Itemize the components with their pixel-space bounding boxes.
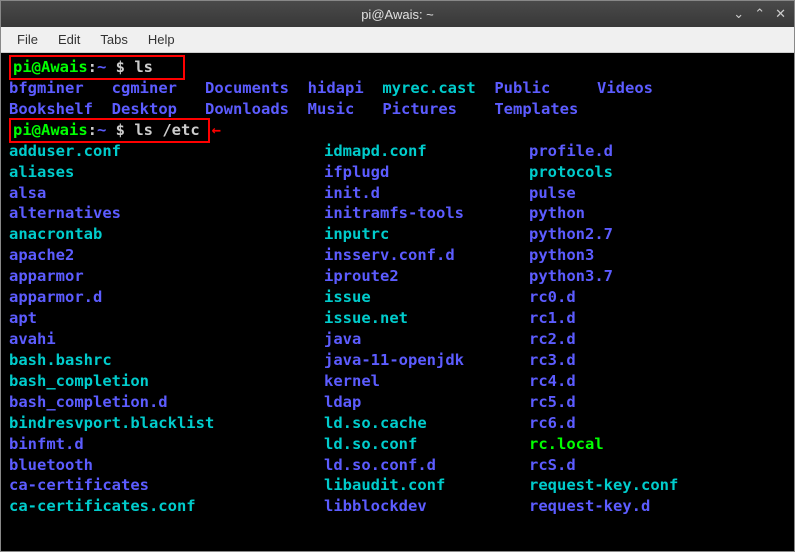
ls-etc-item: bash_completion bbox=[9, 371, 324, 392]
arrow-annotation-icon: ← bbox=[212, 121, 221, 139]
window-title: pi@Awais: ~ bbox=[361, 7, 434, 22]
menubar: File Edit Tabs Help bbox=[1, 27, 794, 53]
ls-etc-item: bindresvport.blacklist bbox=[9, 413, 324, 434]
ls-item: Desktop bbox=[112, 100, 177, 118]
ls-etc-item: adduser.conf bbox=[9, 141, 324, 162]
ls-etc-column-1: adduser.confaliasesalsaalternativesanacr… bbox=[9, 141, 324, 518]
ls-etc-column-3: profile.dprotocolspulsepythonpython2.7py… bbox=[529, 141, 786, 518]
ls-etc-item: initramfs-tools bbox=[324, 203, 529, 224]
menu-edit[interactable]: Edit bbox=[50, 29, 88, 50]
ls-etc-item: issue bbox=[324, 287, 529, 308]
ls-etc-item: alsa bbox=[9, 183, 324, 204]
ls-output-row-1: bfgminer cgminer Documents hidapi myrec.… bbox=[9, 78, 786, 99]
prompt-path: ~ bbox=[97, 121, 106, 139]
ls-item: Public bbox=[494, 79, 550, 97]
prompt-line-1: pi@Awais:~ $ ls bbox=[9, 57, 786, 78]
ls-item: Videos bbox=[597, 79, 653, 97]
ls-etc-item: rc1.d bbox=[529, 308, 786, 329]
ls-etc-item: bash_completion.d bbox=[9, 392, 324, 413]
ls-etc-item: ca-certificates bbox=[9, 475, 324, 496]
maximize-button[interactable]: ⌃ bbox=[754, 6, 765, 22]
menu-help[interactable]: Help bbox=[140, 29, 183, 50]
ls-etc-output: adduser.confaliasesalsaalternativesanacr… bbox=[9, 141, 786, 518]
prompt-user: pi@Awais bbox=[13, 121, 88, 139]
ls-etc-item: libblockdev bbox=[324, 496, 529, 517]
ls-item: myrec.cast bbox=[382, 79, 475, 97]
ls-etc-item: anacrontab bbox=[9, 224, 324, 245]
ls-etc-item: ldap bbox=[324, 392, 529, 413]
ls-etc-item: ifplugd bbox=[324, 162, 529, 183]
ls-etc-item: issue.net bbox=[324, 308, 529, 329]
ls-item: Bookshelf bbox=[9, 100, 93, 118]
ls-etc-item: rc.local bbox=[529, 434, 786, 455]
ls-etc-item: ld.so.conf.d bbox=[324, 455, 529, 476]
highlight-annotation-1: pi@Awais:~ $ ls bbox=[9, 55, 185, 80]
ls-etc-item: apparmor bbox=[9, 266, 324, 287]
ls-etc-item: request-key.d bbox=[529, 496, 786, 517]
ls-etc-item: idmapd.conf bbox=[324, 141, 529, 162]
titlebar-controls: ⌄ ⌃ ✕ bbox=[733, 6, 786, 22]
ls-etc-item: alternatives bbox=[9, 203, 324, 224]
ls-etc-item: protocols bbox=[529, 162, 786, 183]
ls-etc-item: apt bbox=[9, 308, 324, 329]
ls-etc-item: aliases bbox=[9, 162, 324, 183]
ls-item: hidapi bbox=[308, 79, 364, 97]
ls-etc-item: rc5.d bbox=[529, 392, 786, 413]
menu-tabs[interactable]: Tabs bbox=[92, 29, 135, 50]
prompt-line-2: pi@Awais:~ $ ls /etc← bbox=[9, 120, 786, 141]
ls-etc-item: ld.so.conf bbox=[324, 434, 529, 455]
highlight-annotation-2: pi@Awais:~ $ ls /etc bbox=[9, 118, 210, 143]
ls-etc-item: iproute2 bbox=[324, 266, 529, 287]
ls-etc-item: profile.d bbox=[529, 141, 786, 162]
ls-etc-item: apparmor.d bbox=[9, 287, 324, 308]
ls-etc-item: kernel bbox=[324, 371, 529, 392]
ls-etc-column-2: idmapd.confifplugdinit.dinitramfs-toolsi… bbox=[324, 141, 529, 518]
ls-etc-item: java-11-openjdk bbox=[324, 350, 529, 371]
minimize-button[interactable]: ⌄ bbox=[733, 6, 744, 22]
ls-etc-item: inputrc bbox=[324, 224, 529, 245]
ls-etc-item: python bbox=[529, 203, 786, 224]
terminal-window: pi@Awais: ~ ⌄ ⌃ ✕ File Edit Tabs Help pi… bbox=[0, 0, 795, 552]
ls-etc-item: ca-certificates.conf bbox=[9, 496, 324, 517]
ls-etc-item: rc3.d bbox=[529, 350, 786, 371]
close-button[interactable]: ✕ bbox=[775, 6, 786, 22]
ls-output-row-2: Bookshelf Desktop Downloads Music Pictur… bbox=[9, 99, 786, 120]
ls-etc-item: python3.7 bbox=[529, 266, 786, 287]
ls-item: Downloads bbox=[205, 100, 289, 118]
menu-file[interactable]: File bbox=[9, 29, 46, 50]
ls-etc-item: bash.bashrc bbox=[9, 350, 324, 371]
ls-item: Pictures bbox=[382, 100, 457, 118]
ls-etc-item: python3 bbox=[529, 245, 786, 266]
ls-etc-item: init.d bbox=[324, 183, 529, 204]
ls-etc-item: request-key.conf bbox=[529, 475, 786, 496]
ls-etc-item: java bbox=[324, 329, 529, 350]
ls-etc-item: insserv.conf.d bbox=[324, 245, 529, 266]
ls-etc-item: rc6.d bbox=[529, 413, 786, 434]
prompt-path: ~ bbox=[97, 58, 106, 76]
ls-item: Templates bbox=[494, 100, 578, 118]
ls-etc-item: avahi bbox=[9, 329, 324, 350]
ls-etc-item: binfmt.d bbox=[9, 434, 324, 455]
ls-item: Music bbox=[308, 100, 355, 118]
ls-etc-item: ld.so.cache bbox=[324, 413, 529, 434]
ls-etc-item: rcS.d bbox=[529, 455, 786, 476]
ls-etc-item: libaudit.conf bbox=[324, 475, 529, 496]
prompt-user: pi@Awais bbox=[13, 58, 88, 76]
command-1: ls bbox=[134, 58, 153, 76]
command-2: ls /etc bbox=[134, 121, 199, 139]
ls-item: cgminer bbox=[112, 79, 177, 97]
ls-etc-item: rc4.d bbox=[529, 371, 786, 392]
ls-item: bfgminer bbox=[9, 79, 84, 97]
titlebar[interactable]: pi@Awais: ~ ⌄ ⌃ ✕ bbox=[1, 1, 794, 27]
ls-etc-item: bluetooth bbox=[9, 455, 324, 476]
ls-item: Documents bbox=[205, 79, 289, 97]
ls-etc-item: python2.7 bbox=[529, 224, 786, 245]
ls-etc-item: rc0.d bbox=[529, 287, 786, 308]
ls-etc-item: apache2 bbox=[9, 245, 324, 266]
ls-etc-item: rc2.d bbox=[529, 329, 786, 350]
terminal-area[interactable]: pi@Awais:~ $ ls bfgminer cgminer Documen… bbox=[1, 53, 794, 551]
ls-etc-item: pulse bbox=[529, 183, 786, 204]
